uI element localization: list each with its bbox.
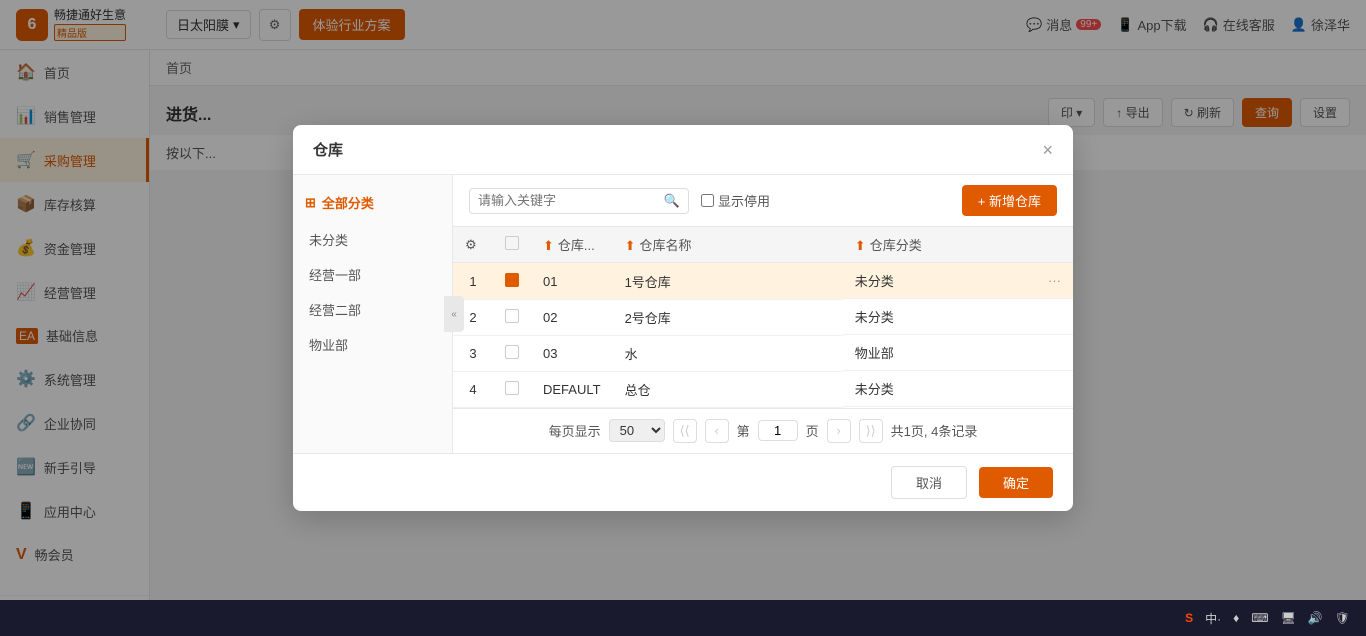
search-input[interactable] — [478, 193, 660, 208]
table-header-row: ⚙ ⬆仓库... ⬆仓库名称 — [453, 227, 1073, 263]
row-category: 未分类 ··· — [843, 263, 1073, 299]
row-category: 未分类 — [843, 299, 1073, 335]
table-row: 2 02 2号仓库 未分类 — [453, 299, 1073, 335]
status-diamond: ♦ — [1233, 611, 1239, 625]
row-name: 2号仓库 — [613, 299, 843, 335]
row-num: 4 — [453, 371, 493, 407]
category-panel: ⊞ 全部分类 未分类 经营一部 经营二部 物业部 « — [293, 175, 453, 453]
row-select-checkbox[interactable] — [505, 381, 519, 395]
category-item-property[interactable]: 物业部 — [293, 327, 452, 362]
category-item-ops2[interactable]: 经营二部 — [293, 292, 452, 327]
table-row: 4 DEFAULT 总仓 未分类 — [453, 371, 1073, 407]
modal-footer: 取消 确定 — [293, 453, 1073, 511]
new-warehouse-button[interactable]: + 新增仓库 — [962, 185, 1057, 216]
next-page-button[interactable]: › — [827, 419, 851, 443]
row-select-checkbox[interactable] — [505, 345, 519, 359]
table-row: 3 03 水 物业部 — [453, 335, 1073, 371]
status-bar: S 中· ♦ ⌨ 🖥 🔊 🛡 — [0, 600, 1366, 636]
warehouse-table: ⚙ ⬆仓库... ⬆仓库名称 — [453, 227, 1073, 408]
pagination-bar: 每页显示 50 100 200 ⟨⟨ ‹ 第 页 › ⟩⟩ 共1页, 4条记录 — [453, 408, 1073, 453]
page-number-input[interactable] — [758, 420, 798, 441]
status-s: S — [1185, 611, 1193, 625]
table-scroll: ⚙ ⬆仓库... ⬆仓库名称 — [453, 227, 1073, 408]
collapse-panel-button[interactable]: « — [444, 296, 464, 332]
row-code: DEFAULT — [531, 371, 613, 407]
th-code: ⬆仓库... — [531, 227, 613, 263]
row-name: 总仓 — [613, 371, 843, 407]
row-name: 1号仓库 — [613, 263, 843, 300]
per-page-select[interactable]: 50 100 200 — [609, 419, 665, 442]
row-checkbox[interactable] — [493, 263, 531, 300]
th-name: ⬆仓库名称 — [613, 227, 843, 263]
search-icon: 🔍 — [664, 193, 680, 209]
sort-icon-name: ⬆ — [625, 238, 636, 253]
select-all-checkbox[interactable] — [505, 236, 519, 250]
sort-icon-category: ⬆ — [855, 238, 866, 253]
row-checkbox[interactable] — [493, 371, 531, 407]
row-checkbox[interactable] — [493, 299, 531, 335]
table-body: 1 01 1号仓库 未分类 ··· 2 02 2号仓库 未分类 3 03 水 物… — [453, 263, 1073, 408]
status-volume: 🔊 — [1308, 611, 1323, 625]
search-box: 🔍 — [469, 188, 689, 214]
grid-icon: ⊞ — [305, 195, 316, 211]
settings-col-icon: ⚙ — [465, 237, 477, 252]
warehouse-modal: 仓库 × ⊞ 全部分类 未分类 经营一部 经营二部 物业部 « — [293, 125, 1073, 511]
row-code: 03 — [531, 335, 613, 371]
row-category: 物业部 — [843, 335, 1073, 371]
sort-icon-code: ⬆ — [543, 238, 554, 253]
row-select-checkbox[interactable] — [505, 273, 519, 287]
modal-overlay: 仓库 × ⊞ 全部分类 未分类 经营一部 经营二部 物业部 « — [0, 0, 1366, 636]
modal-close-button[interactable]: × — [1042, 141, 1053, 159]
last-page-button[interactable]: ⟩⟩ — [859, 419, 883, 443]
cancel-button[interactable]: 取消 — [891, 466, 967, 499]
category-item-ops1[interactable]: 经营一部 — [293, 257, 452, 292]
prev-page-button[interactable]: ‹ — [705, 419, 729, 443]
all-category-item[interactable]: ⊞ 全部分类 — [293, 185, 452, 222]
show-disabled-label[interactable]: 显示停用 — [701, 191, 770, 210]
confirm-button[interactable]: 确定 — [979, 467, 1053, 498]
row-category: 未分类 — [843, 371, 1073, 407]
table-panel: 🔍 显示停用 + 新增仓库 — [453, 175, 1073, 453]
show-disabled-checkbox[interactable] — [701, 194, 714, 207]
row-select-checkbox[interactable] — [505, 309, 519, 323]
status-keyboard: ⌨ — [1251, 611, 1268, 625]
status-shield: 🛡 — [1335, 611, 1350, 625]
category-item-unclassified[interactable]: 未分类 — [293, 222, 452, 257]
first-page-button[interactable]: ⟨⟨ — [673, 419, 697, 443]
modal-body: ⊞ 全部分类 未分类 经营一部 经营二部 物业部 « � — [293, 175, 1073, 453]
th-checkbox — [493, 227, 531, 263]
table-toolbar: 🔍 显示停用 + 新增仓库 — [453, 175, 1073, 227]
table-row: 1 01 1号仓库 未分类 ··· — [453, 263, 1073, 300]
row-checkbox[interactable] — [493, 335, 531, 371]
row-action-dots[interactable]: ··· — [1048, 273, 1061, 288]
row-num: 3 — [453, 335, 493, 371]
row-code: 01 — [531, 263, 613, 300]
row-num: 1 — [453, 263, 493, 300]
row-name: 水 — [613, 335, 843, 371]
th-category: ⬆仓库分类 — [843, 227, 1073, 263]
modal-title: 仓库 — [313, 139, 343, 160]
status-lang: 中· — [1205, 610, 1221, 627]
row-code: 02 — [531, 299, 613, 335]
modal-header: 仓库 × — [293, 125, 1073, 175]
th-settings: ⚙ — [453, 227, 493, 263]
status-monitor: 🖥 — [1281, 611, 1296, 625]
